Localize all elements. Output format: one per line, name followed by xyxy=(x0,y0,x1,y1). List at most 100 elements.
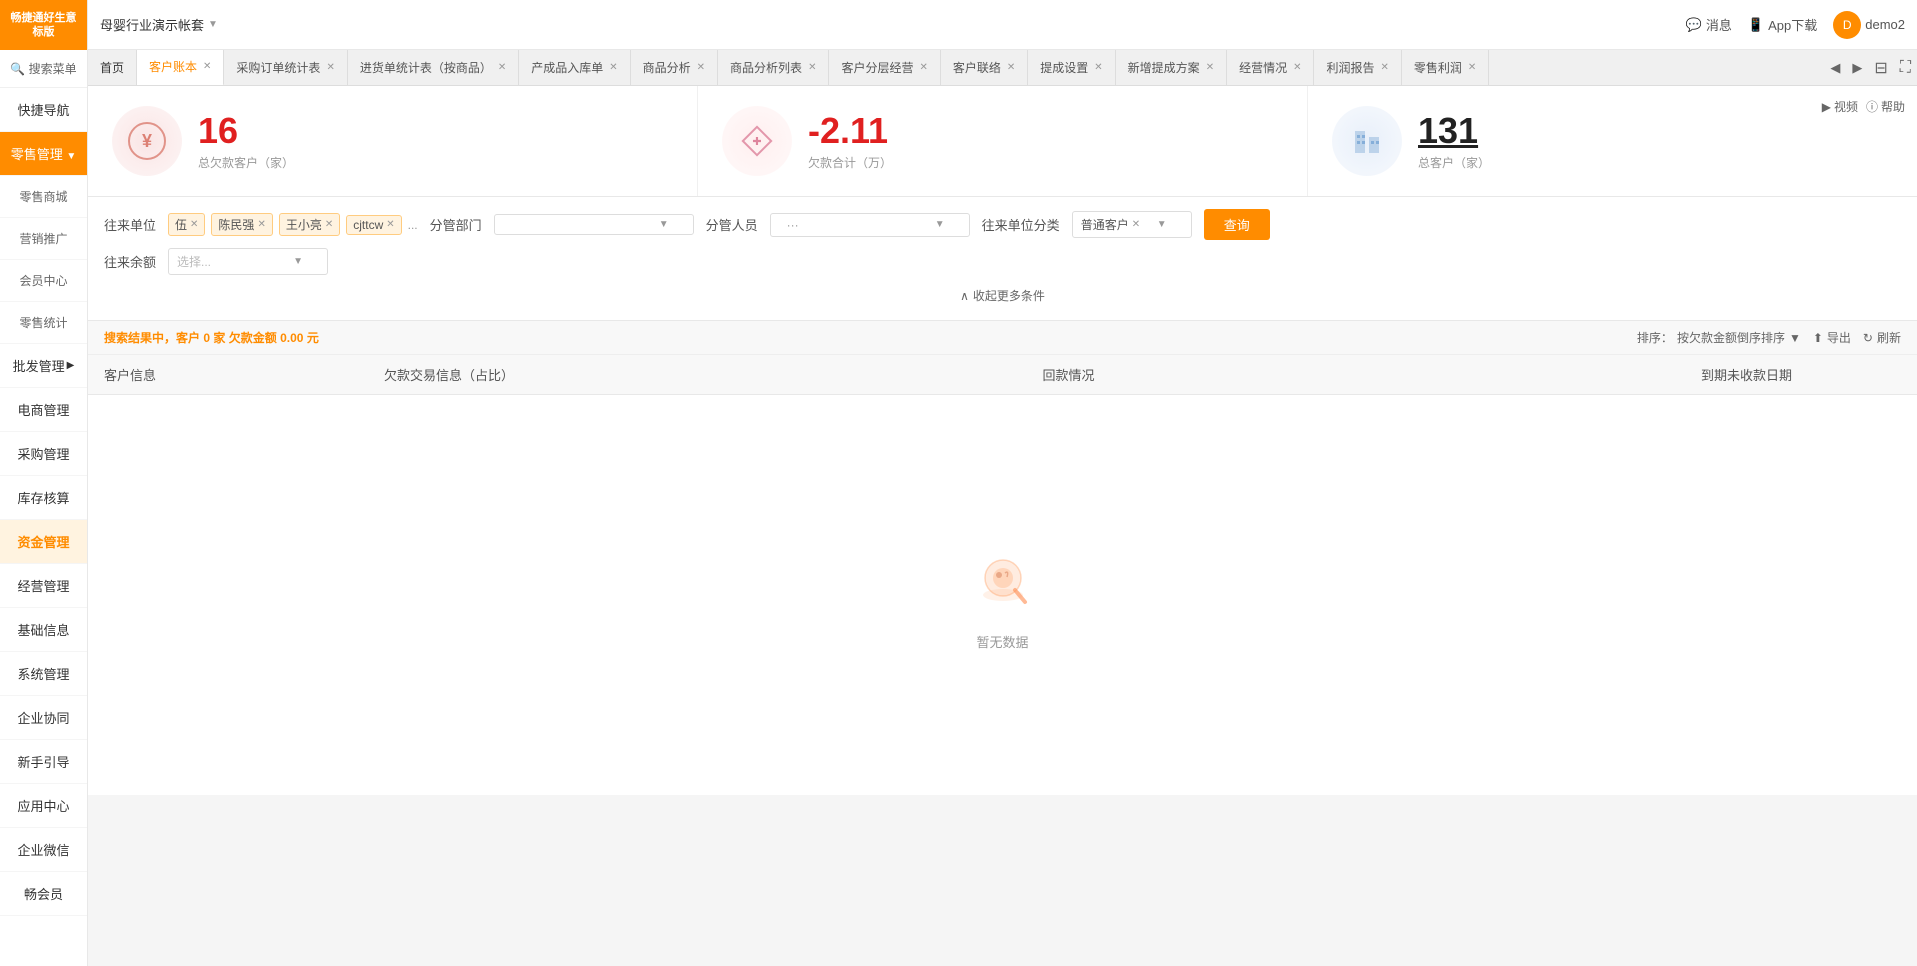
tab-close-icon13[interactable]: ✕ xyxy=(1468,62,1476,73)
tab-goods-analysis-list[interactable]: 商品分析列表 ✕ xyxy=(718,50,829,86)
system-label: 系统管理 xyxy=(17,667,69,682)
retail-label: 零售管理 xyxy=(11,147,63,162)
sidebar-item-retail[interactable]: 零售管理 ▼ xyxy=(0,132,87,176)
filter-label-balance: 往来余额 xyxy=(104,252,156,271)
tag-wang-close[interactable]: ✕ xyxy=(325,219,333,230)
logo-line2: 标版 xyxy=(11,25,77,39)
refresh-button[interactable]: ↻ 刷新 xyxy=(1863,329,1901,346)
filter-label-unit-type: 往来单位分类 xyxy=(982,215,1060,234)
sidebar-item-guide[interactable]: 新手引导 xyxy=(0,740,87,784)
sidebar-item-purchase[interactable]: 采购管理 xyxy=(0,432,87,476)
tag-normal-close[interactable]: ✕ xyxy=(1132,219,1140,230)
tab-profit-report[interactable]: 利润报告 ✕ xyxy=(1314,50,1401,86)
tab-home[interactable]: 首页 xyxy=(88,50,137,86)
tab-close-icon8[interactable]: ✕ xyxy=(1007,62,1015,73)
sidebar-item-wholesale[interactable]: 批发管理 ▶ xyxy=(0,344,87,388)
filter-balance-select[interactable]: 选择... ▼ xyxy=(168,248,328,275)
tab-bar: 首页 客户账本 ✕ 采购订单统计表 ✕ 进货单统计表（按商品） ✕ 产成品入库单… xyxy=(88,50,1917,86)
tab-next-arrow[interactable]: ▶ xyxy=(1846,50,1868,86)
tab-close-icon4[interactable]: ✕ xyxy=(609,62,617,73)
filter-unit-type-select[interactable]: 普通客户 ✕ ▼ xyxy=(1072,211,1192,238)
filter-more-tags[interactable]: ... xyxy=(408,218,418,232)
app-download-button[interactable]: 📱 App下载 xyxy=(1748,15,1817,34)
tab-fullscreen-icon[interactable]: ⛶ xyxy=(1894,50,1917,86)
sidebar-item-member[interactable]: 会员中心 xyxy=(0,260,87,302)
stat-overdue-amount: ✚ -2.11 欠款合计（万） xyxy=(698,86,1308,196)
company-selector[interactable]: 母婴行业演示帐套 ▼ xyxy=(100,15,218,34)
sidebar-item-operation[interactable]: 经营管理 xyxy=(0,564,87,608)
tag-wu-close[interactable]: ✕ xyxy=(190,219,198,230)
filter-tag-cjttcw: cjttcw ✕ xyxy=(346,215,401,235)
tab-close-icon7[interactable]: ✕ xyxy=(919,62,927,73)
tab-close-icon2[interactable]: ✕ xyxy=(326,62,334,73)
sidebar-item-system[interactable]: 系统管理 xyxy=(0,652,87,696)
tab-customer-cost[interactable]: 客户账本 ✕ xyxy=(137,50,224,86)
tab-expand-arrow[interactable]: ⊟ xyxy=(1868,50,1893,86)
result-count: 0 xyxy=(203,331,210,345)
tab-bar-arrows: ◀ ▶ ⊟ ⛶ xyxy=(1824,50,1917,86)
sidebar-item-marketing[interactable]: 营销推广 xyxy=(0,218,87,260)
tab-close-icon10[interactable]: ✕ xyxy=(1206,62,1214,73)
sidebar-item-enterprise[interactable]: 企业协同 xyxy=(0,696,87,740)
tag-cjttcw-text: cjttcw xyxy=(353,218,383,232)
top-bar-left: 母婴行业演示帐套 ▼ xyxy=(100,15,218,34)
sidebar-item-app-center[interactable]: 应用中心 xyxy=(0,784,87,828)
help-action[interactable]: ⓘ 帮助 xyxy=(1866,98,1905,115)
message-button[interactable]: 💬 消息 xyxy=(1686,15,1732,34)
tab-biz-status[interactable]: 经营情况 ✕ xyxy=(1227,50,1314,86)
stats-row: ¥ 16 总欠款客户（家） ✚ -2.11 欠款合计 xyxy=(88,86,1917,197)
sidebar-item-retail-stats[interactable]: 零售统计 xyxy=(0,302,87,344)
svg-text:✚: ✚ xyxy=(752,136,761,148)
sidebar-item-retail-mall[interactable]: 零售商城 xyxy=(0,176,87,218)
retail-profit-tab-label: 零售利润 xyxy=(1414,59,1462,76)
tab-purchase-stats[interactable]: 采购订单统计表 ✕ xyxy=(224,50,347,86)
tab-promo-settings[interactable]: 提成设置 ✕ xyxy=(1028,50,1115,86)
result-amount: 0.00 xyxy=(280,331,303,345)
filter-person-select[interactable]: ··· ▼ xyxy=(770,213,970,237)
user-menu[interactable]: D demo2 xyxy=(1833,11,1905,39)
result-count-unit: 家 xyxy=(213,331,225,345)
sidebar-item-wechat[interactable]: 企业微信 xyxy=(0,828,87,872)
tag-cjttcw-close[interactable]: ✕ xyxy=(386,219,394,230)
stat-label-total-customers: 总客户（家） xyxy=(1418,154,1490,171)
tab-close-icon11[interactable]: ✕ xyxy=(1293,62,1301,73)
tab-goods-analysis[interactable]: 商品分析 ✕ xyxy=(631,50,718,86)
sort-value: 按欠款金额倒序排序 xyxy=(1677,329,1785,346)
filter-person-dots[interactable]: ··· xyxy=(787,218,799,232)
sidebar-search[interactable]: 🔍 搜索菜单 xyxy=(0,50,87,88)
tab-product-in[interactable]: 产成品入库单 ✕ xyxy=(519,50,630,86)
sidebar-item-vip[interactable]: 畅会员 xyxy=(0,872,87,916)
sidebar-item-inventory[interactable]: 库存核算 xyxy=(0,476,87,520)
tab-close-icon5[interactable]: ✕ xyxy=(697,62,705,73)
filter-collapse-button[interactable]: ∧ 收起更多条件 xyxy=(104,283,1901,308)
filter-area: 往来单位 伍 ✕ 陈民强 ✕ 王小亮 ✕ cjttcw xyxy=(88,197,1917,321)
col-customer-info: 客户信息 xyxy=(104,365,384,384)
tag-chen-close[interactable]: ✕ xyxy=(257,219,265,230)
tab-new-promo[interactable]: 新增提成方案 ✕ xyxy=(1116,50,1227,86)
sidebar-item-ecommerce[interactable]: 电商管理 xyxy=(0,388,87,432)
tab-close-icon6[interactable]: ✕ xyxy=(808,62,816,73)
yuan-icon: ¥ xyxy=(127,121,167,161)
tab-close-icon[interactable]: ✕ xyxy=(203,61,211,72)
stat-label-overdue-amount: 欠款合计（万） xyxy=(808,154,892,171)
building-icon xyxy=(1347,121,1387,161)
tab-inventory-stats[interactable]: 进货单统计表（按商品） ✕ xyxy=(348,50,519,86)
tab-prev-arrow[interactable]: ◀ xyxy=(1824,50,1846,86)
main-content: 母婴行业演示帐套 ▼ 💬 消息 📱 App下载 D demo2 首页 客户账本 xyxy=(88,0,1917,966)
video-action[interactable]: ▶ 视频 xyxy=(1822,98,1858,115)
tab-close-icon9[interactable]: ✕ xyxy=(1094,62,1102,73)
tab-close-icon3[interactable]: ✕ xyxy=(498,62,506,73)
tab-retail-profit[interactable]: 零售利润 ✕ xyxy=(1402,50,1489,86)
tab-customer-tier[interactable]: 客户分层经营 ✕ xyxy=(829,50,940,86)
wechat-label: 企业微信 xyxy=(17,843,69,858)
tab-customer-link[interactable]: 客户联络 ✕ xyxy=(941,50,1028,86)
query-button[interactable]: 查询 xyxy=(1204,209,1270,240)
sidebar-item-finance[interactable]: 资金管理 xyxy=(0,520,87,564)
export-button[interactable]: ⬆ 导出 xyxy=(1813,329,1851,346)
sidebar-item-basic-info[interactable]: 基础信息 xyxy=(0,608,87,652)
sort-selector[interactable]: 排序： 按欠款金额倒序排序 ▼ xyxy=(1637,329,1801,346)
tab-close-icon12[interactable]: ✕ xyxy=(1381,62,1389,73)
sidebar-item-quick-nav[interactable]: 快捷导航 xyxy=(0,88,87,132)
filter-tag-chen: 陈民强 ✕ xyxy=(211,213,272,236)
filter-dept-select[interactable]: ▼ xyxy=(494,214,694,235)
